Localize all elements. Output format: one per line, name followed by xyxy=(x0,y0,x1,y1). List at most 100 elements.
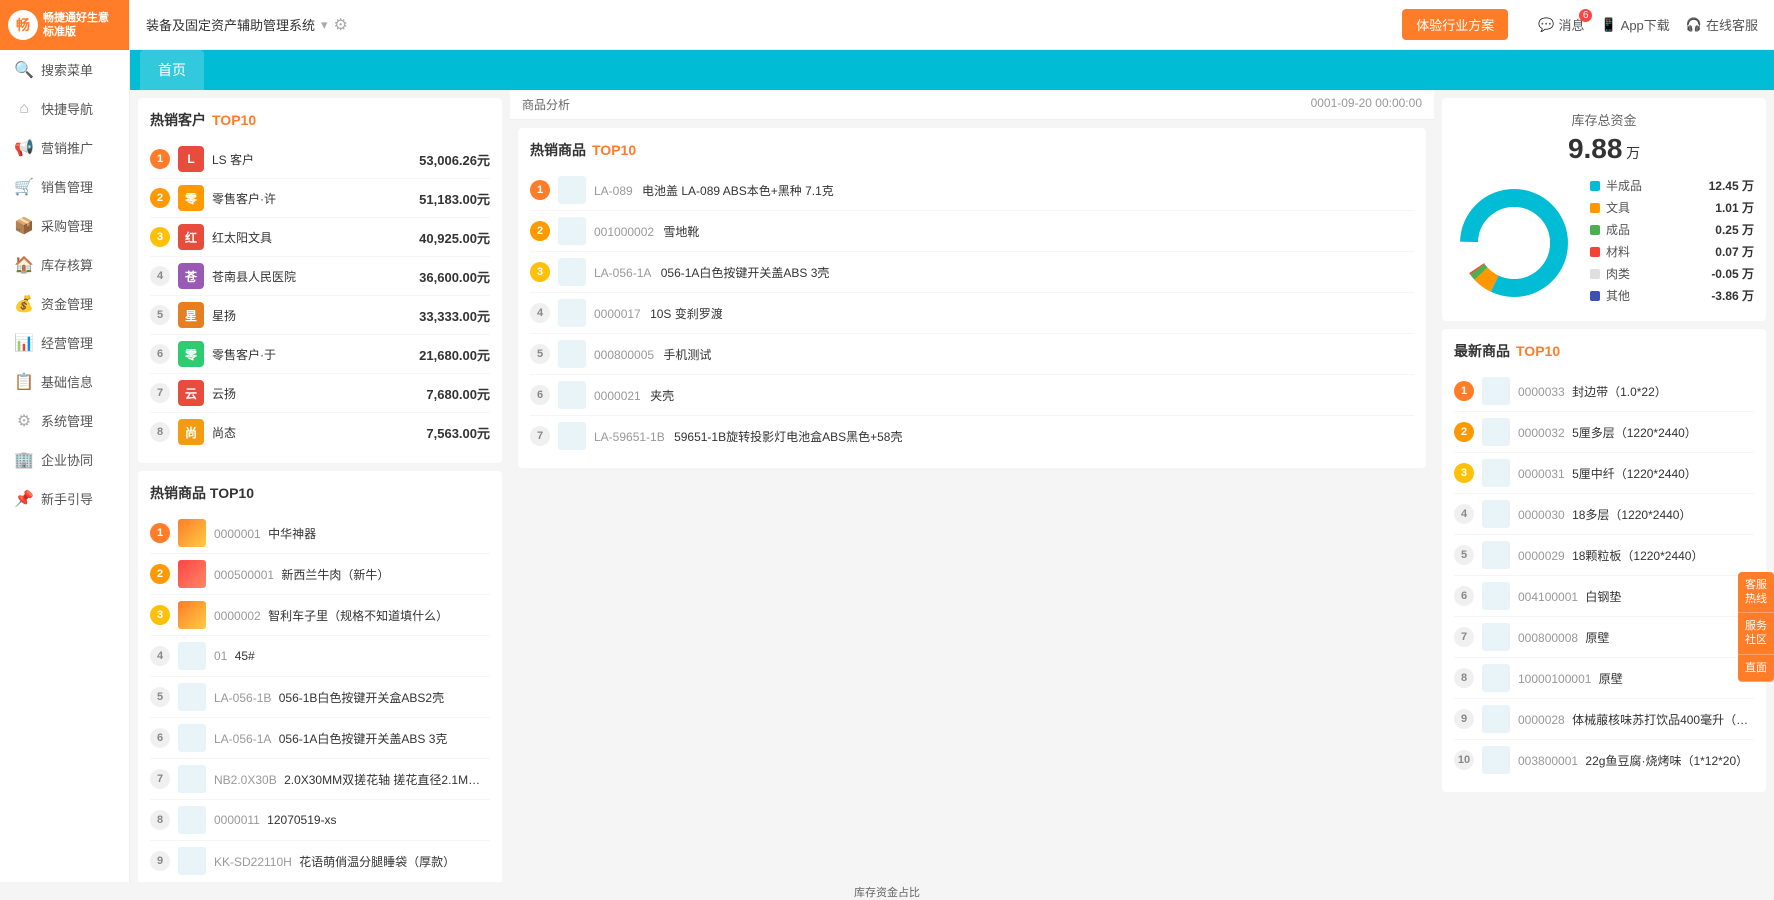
customer-item-3[interactable]: 3 红 红太阳文具 40,925.00元 xyxy=(150,218,490,257)
sidebar-item-search-label: 搜索菜单 xyxy=(41,60,93,79)
hot-prod-b-5[interactable]: 5 LA-056-1B 056-1B白色按键开关盒ABS2壳 xyxy=(150,677,490,718)
rank-4-badge: 4 xyxy=(150,266,170,286)
customer-amount-3: 40,925.00元 xyxy=(419,228,490,247)
center-prod-2[interactable]: 2 001000002 雪地靴 xyxy=(530,211,1414,252)
sidebar-item-cooperation[interactable]: 🏢 企业协同 xyxy=(0,440,129,479)
sidebar-item-basic[interactable]: 📋 基础信息 xyxy=(0,362,129,401)
customer-item-1[interactable]: 1 L LS 客户 53,006.26元 xyxy=(150,140,490,179)
center-prod-1[interactable]: 1 LA-089 电池盖 LA-089 ABS本色+黑种 7.1克 xyxy=(530,170,1414,211)
hot-products-center-card: 热销商品 TOP10 1 LA-089 电池盖 LA-089 ABS本色+黑种 … xyxy=(518,128,1426,468)
system-name: 装备及固定资产辅助管理系统 ▾ ⚙ xyxy=(146,15,1392,35)
donut-wrapper: 库存资金占比 xyxy=(1454,183,1574,303)
sidebar-item-quick-nav[interactable]: ⌂ 快捷导航 xyxy=(0,89,129,128)
customer-avatar-1: L xyxy=(178,146,204,172)
sidebar-item-cooperation-label: 企业协同 xyxy=(41,450,93,469)
sidebar-item-guide-label: 新手引导 xyxy=(41,489,93,508)
legend-item-4: 材料 0.07 万 xyxy=(1590,243,1754,260)
center-product-thumb-4 xyxy=(558,299,586,327)
center-product-thumb-6 xyxy=(558,381,586,409)
float-direct-btn[interactable]: 直面 xyxy=(1738,655,1774,682)
new-prod-7[interactable]: 7 000800008 原壁 xyxy=(1454,617,1754,658)
customer-item-6[interactable]: 6 零 零售客户·于 21,680.00元 xyxy=(150,335,490,374)
hot-prod-b-4[interactable]: 4 01 45# xyxy=(150,636,490,677)
sidebar-item-purchase[interactable]: 📦 采购管理 xyxy=(0,206,129,245)
center-prod-7[interactable]: 7 LA-59651-1B 59651-1B旋转投影灯电池盒ABS黑色+58壳 xyxy=(530,416,1414,456)
sidebar-item-marketing-label: 营销推广 xyxy=(41,138,93,157)
sidebar-item-quick-nav-label: 快捷导航 xyxy=(41,99,93,118)
sidebar-logo: 畅 畅捷通好生意 标准版 xyxy=(0,0,129,50)
hot-prod-b-7[interactable]: 7 NB2.0X30B 2.0X30MM双搓花轴 搓花直径2.1MM/ROHS xyxy=(150,759,490,800)
sidebar-item-sales[interactable]: 🛒 销售管理 xyxy=(0,167,129,206)
customer-item-5[interactable]: 5 星 星扬 33,333.00元 xyxy=(150,296,490,335)
trial-button[interactable]: 体验行业方案 xyxy=(1402,9,1508,40)
new-prod-10[interactable]: 10 003800001 22g鱼豆腐·烧烤味（1*12*20） xyxy=(1454,740,1754,780)
customer-avatar-8: 尚 xyxy=(178,419,204,445)
sidebar-item-inventory-label: 库存核算 xyxy=(41,255,93,274)
float-customer-service-btn[interactable]: 客服热线 xyxy=(1738,572,1774,614)
new-product-thumb-7 xyxy=(1482,623,1510,651)
sidebar-item-marketing[interactable]: 📢 营销推广 xyxy=(0,128,129,167)
sidebar: 畅 畅捷通好生意 标准版 🔍 搜索菜单 ⌂ 快捷导航 📢 营销推广 🛒 销售管理… xyxy=(0,0,130,882)
top-strip: 商品分析 0001-09-20 00:00:00 xyxy=(510,90,1434,120)
sidebar-item-guide[interactable]: 📌 新手引导 xyxy=(0,479,129,518)
sidebar-item-inventory[interactable]: 🏠 库存核算 xyxy=(0,245,129,284)
new-prod-4[interactable]: 4 0000030 18多层（1220*2440） xyxy=(1454,494,1754,535)
center-prod-3[interactable]: 3 LA-056-1A 056-1A白色按键开关盖ABS 3壳 xyxy=(530,252,1414,293)
customer-item-7[interactable]: 7 云 云扬 7,680.00元 xyxy=(150,374,490,413)
hot-prod-b-9[interactable]: 9 KK-SD22110H 花语萌俏温分腿睡袋（厚款） xyxy=(150,841,490,881)
legend-list: 半成品 12.45 万 文具 1.01 万 成品 0.25 万 xyxy=(1590,177,1754,309)
sidebar-item-finance[interactable]: 💰 资金管理 xyxy=(0,284,129,323)
hot-prod-b-3[interactable]: 3 0000002 智利车子里（规格不知道填什么） xyxy=(150,595,490,636)
customer-amount-1: 53,006.26元 xyxy=(419,150,490,169)
customer-item-4[interactable]: 4 苍 苍南县人民医院 36,600.00元 xyxy=(150,257,490,296)
customer-item-8[interactable]: 8 尚 尚态 7,563.00元 xyxy=(150,413,490,451)
new-products-card: 最新商品 TOP10 1 0000033 封边带（1.0*22） 2 00000… xyxy=(1442,329,1766,792)
inventory-card: 库存总资金 9.88 万 xyxy=(1442,98,1766,321)
center-prod-4[interactable]: 4 0000017 10S 变刹罗渡 xyxy=(530,293,1414,334)
rank-8-badge: 8 xyxy=(150,422,170,442)
customer-item-2[interactable]: 2 零 零售客户·许 51,183.00元 xyxy=(150,179,490,218)
tab-home[interactable]: 首页 xyxy=(140,50,204,90)
hot-prod-b-2[interactable]: 2 000500001 新西兰牛肉（新牛） xyxy=(150,554,490,595)
product-thumb-4 xyxy=(178,642,206,670)
chevron-down-icon: ▾ xyxy=(321,17,328,33)
rank-1-badge: 1 xyxy=(150,149,170,169)
logo-icon: 畅 xyxy=(8,10,38,40)
sidebar-item-system[interactable]: ⚙ 系统管理 xyxy=(0,401,129,440)
center-prod-6[interactable]: 6 0000021 夹壳 xyxy=(530,375,1414,416)
center-prod-5[interactable]: 5 000800005 手机测试 xyxy=(530,334,1414,375)
app-icon: 📱 xyxy=(1600,17,1616,33)
new-prod-3[interactable]: 3 0000031 5厘中纤（1220*2440） xyxy=(1454,453,1754,494)
inventory-icon: 🏠 xyxy=(15,256,33,274)
hot-prod-b-1[interactable]: 1 0000001 中华神器 xyxy=(150,513,490,554)
gear-icon[interactable]: ⚙ xyxy=(334,15,348,35)
message-icon: 💬 xyxy=(1538,17,1554,33)
product-thumb-2 xyxy=(178,560,206,588)
new-prod-5[interactable]: 5 0000029 18颗粒板（1220*2440） xyxy=(1454,535,1754,576)
message-badge-item[interactable]: 💬 消息 6 xyxy=(1538,15,1584,34)
app-download-item[interactable]: 📱 App下载 xyxy=(1600,15,1669,34)
new-prod-9[interactable]: 9 0000028 体械菔核味苏打饮品400毫升（1*15） xyxy=(1454,699,1754,740)
customer-amount-6: 21,680.00元 xyxy=(419,345,490,364)
new-prod-8[interactable]: 8 10000100001 原壁 xyxy=(1454,658,1754,699)
new-prod-6[interactable]: 6 004100001 白钢垫 xyxy=(1454,576,1754,617)
legend-item-6: 其他 -3.86 万 xyxy=(1590,287,1754,304)
float-service-community-btn[interactable]: 服务社区 xyxy=(1738,613,1774,655)
sales-icon: 🛒 xyxy=(15,178,33,196)
customer-avatar-2: 零 xyxy=(178,185,204,211)
hot-prod-b-8[interactable]: 8 0000011 12070519-xs xyxy=(150,800,490,841)
donut-svg xyxy=(1454,183,1574,303)
product-thumb-8 xyxy=(178,806,206,834)
legend-dot-4 xyxy=(1590,247,1600,257)
hot-prod-b-6[interactable]: 6 LA-056-1A 056-1A白色按键开关盖ABS 3克 xyxy=(150,718,490,759)
product-thumb-6 xyxy=(178,724,206,752)
sidebar-item-search[interactable]: 🔍 搜索菜单 xyxy=(0,50,129,89)
customer-service-item[interactable]: 🎧 在线客服 xyxy=(1686,15,1758,34)
new-prod-2[interactable]: 2 0000032 5厘多层（1220*2440） xyxy=(1454,412,1754,453)
new-prod-1[interactable]: 1 0000033 封边带（1.0*22） xyxy=(1454,371,1754,412)
sidebar-item-operations[interactable]: 📊 经营管理 xyxy=(0,323,129,362)
legend-item-2: 文具 1.01 万 xyxy=(1590,199,1754,216)
customer-name-3: 红太阳文具 xyxy=(212,229,411,246)
basic-icon: 📋 xyxy=(15,373,33,391)
center-product-thumb-2 xyxy=(558,217,586,245)
